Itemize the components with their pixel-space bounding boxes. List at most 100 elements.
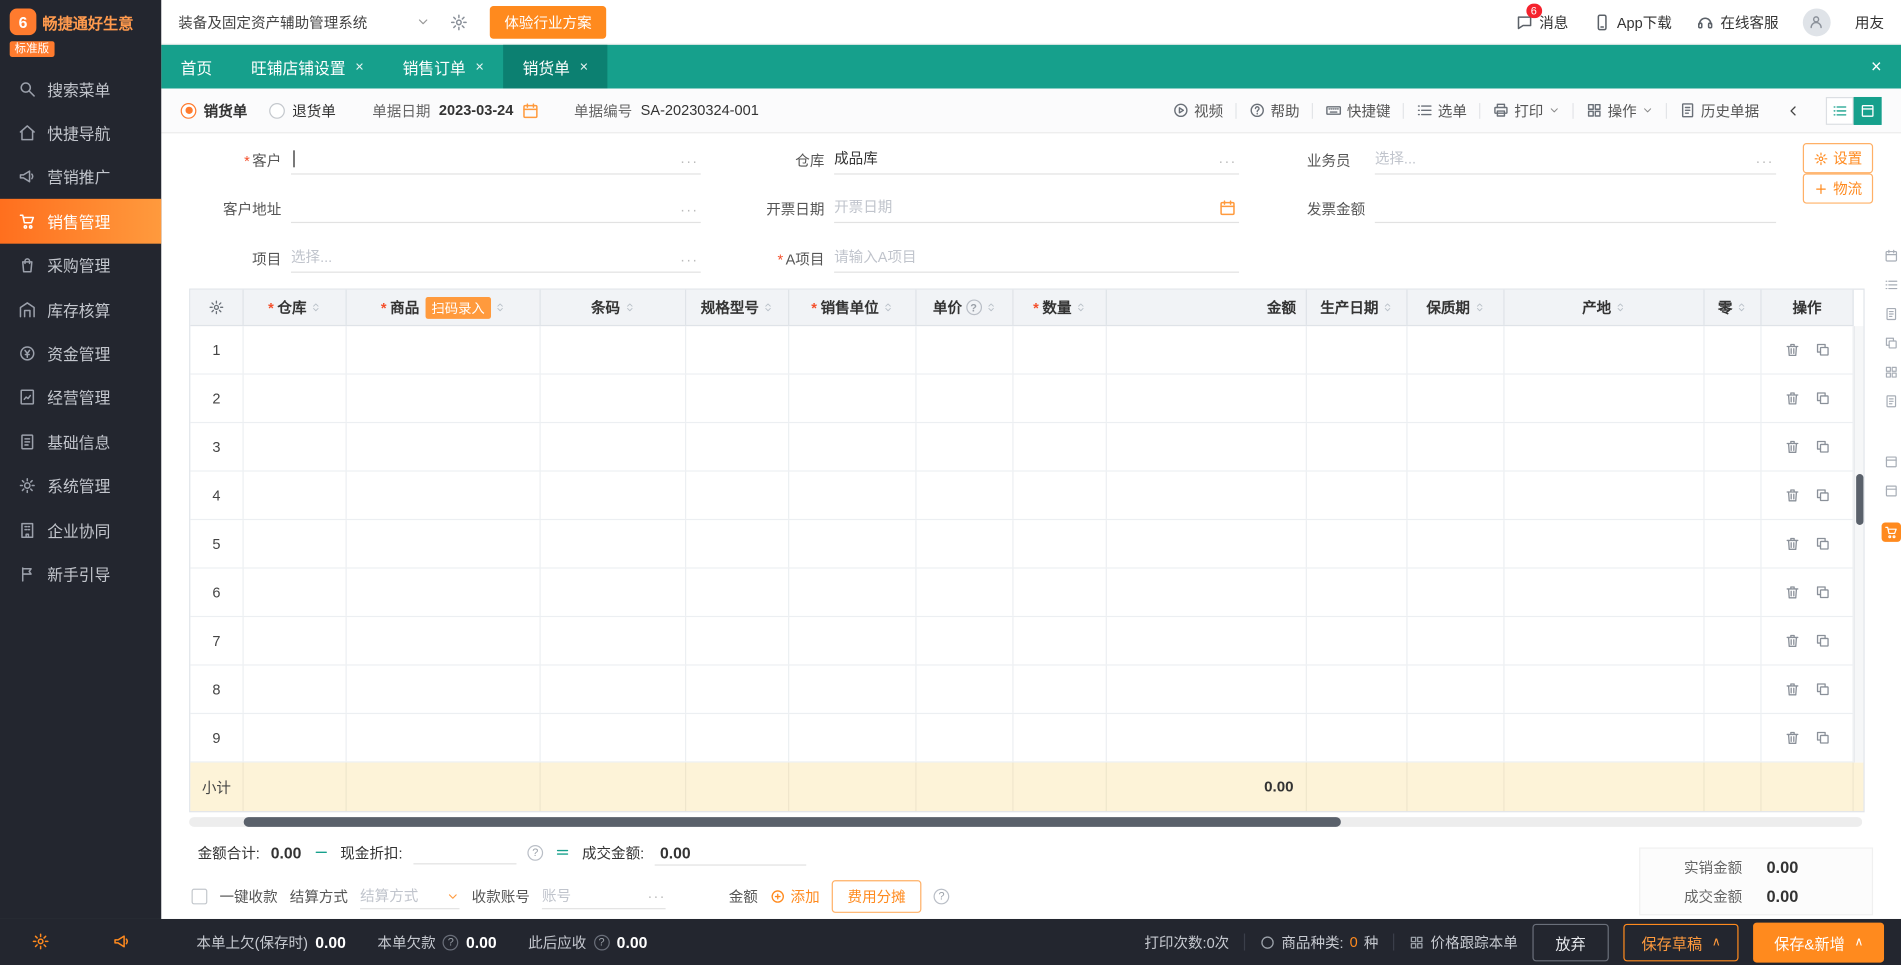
salesman-input[interactable]: 选择... ··· — [1374, 143, 1777, 175]
sidebar-item-purchase[interactable]: 采购管理 — [0, 243, 161, 287]
sort-icon[interactable] — [1075, 302, 1086, 313]
cell-amount[interactable] — [1107, 423, 1307, 471]
cell-qty[interactable] — [1014, 471, 1107, 519]
tab-close-icon[interactable]: × — [580, 58, 589, 75]
cell-prod-date[interactable] — [1307, 520, 1408, 568]
scan-entry-button[interactable]: 扫码录入 — [425, 296, 491, 319]
cell-product[interactable] — [347, 374, 541, 422]
sort-icon[interactable] — [310, 302, 321, 313]
vertical-scroll-thumb[interactable] — [1856, 474, 1864, 525]
a-project-input[interactable]: 请输入A项目 — [834, 241, 1240, 273]
cell-product[interactable] — [347, 617, 541, 665]
settings-button[interactable]: 设置 — [1802, 143, 1874, 174]
cell-barcode[interactable] — [541, 665, 687, 713]
cell-spec[interactable] — [686, 568, 790, 616]
system-settings-icon[interactable] — [450, 13, 468, 31]
expense-apportion-button[interactable]: 费用分摊 — [831, 879, 922, 913]
sidebar-item-operations[interactable]: 经营管理 — [0, 376, 161, 420]
cell-origin[interactable] — [1505, 714, 1705, 762]
sidebar-item-collaboration[interactable]: 企业协同 — [0, 508, 161, 552]
cash-discount-input[interactable] — [413, 840, 517, 865]
toolbar-history-button[interactable]: 历史单据 — [1679, 100, 1759, 121]
copy-row-icon[interactable] — [1814, 681, 1830, 697]
avatar[interactable] — [1802, 7, 1831, 36]
cell-price[interactable] — [917, 471, 1014, 519]
cell-prod-date[interactable] — [1307, 568, 1408, 616]
cell-prod-date[interactable] — [1307, 665, 1408, 713]
cell-warehouse[interactable] — [244, 471, 347, 519]
sidebar-item-quick-nav[interactable]: 快捷导航 — [0, 111, 161, 155]
cart-rail-icon[interactable] — [1880, 522, 1901, 542]
quick-receipt-checkbox[interactable] — [191, 888, 208, 904]
cell-product[interactable] — [347, 326, 541, 374]
column-header-warehouse[interactable]: * 仓库 — [244, 289, 347, 325]
cell-sale-unit[interactable] — [789, 520, 917, 568]
project-picker-icon[interactable]: ··· — [680, 251, 698, 268]
cell-amount[interactable] — [1107, 471, 1307, 519]
cell-price[interactable] — [917, 326, 1014, 374]
cell-warehouse[interactable] — [244, 665, 347, 713]
salesman-picker-icon[interactable]: ··· — [1756, 153, 1774, 170]
footer-settings-icon[interactable] — [32, 932, 50, 950]
project-input[interactable]: 选择... ··· — [290, 241, 701, 273]
customer-input[interactable]: ··· — [290, 143, 701, 175]
delete-row-icon[interactable] — [1784, 439, 1800, 455]
table-vertical-scrollbar[interactable] — [1853, 326, 1864, 763]
calendar-icon[interactable] — [1218, 199, 1236, 217]
cell-qty[interactable] — [1014, 617, 1107, 665]
cell-amount[interactable] — [1107, 714, 1307, 762]
cell-price[interactable] — [917, 617, 1014, 665]
column-settings-icon[interactable] — [209, 299, 225, 315]
cell-warehouse[interactable] — [244, 714, 347, 762]
cell-barcode[interactable] — [541, 714, 687, 762]
sort-icon[interactable] — [882, 302, 893, 313]
sidebar-item-funds[interactable]: 资金管理 — [0, 331, 161, 375]
sort-icon[interactable] — [1615, 302, 1626, 313]
user-name[interactable]: 用友 — [1855, 12, 1884, 33]
sort-icon[interactable] — [763, 302, 774, 313]
copy-row-icon[interactable] — [1814, 730, 1830, 746]
add-payment-button[interactable]: 添加 — [770, 886, 820, 907]
cell-warehouse[interactable] — [244, 520, 347, 568]
cell-origin[interactable] — [1505, 423, 1705, 471]
logistics-button[interactable]: 物流 — [1802, 173, 1874, 204]
cell-warehouse[interactable] — [244, 423, 347, 471]
cell-barcode[interactable] — [541, 423, 687, 471]
save-draft-button[interactable]: 保存草稿 ∧ — [1623, 923, 1739, 961]
tab-close-icon[interactable]: × — [475, 58, 484, 75]
sidebar-item-inventory[interactable]: 库存核算 — [0, 287, 161, 331]
cell-amount[interactable] — [1107, 617, 1307, 665]
warehouse-input[interactable]: 成品库 ··· — [834, 143, 1240, 175]
delete-row-icon[interactable] — [1784, 681, 1800, 697]
trial-plan-button[interactable]: 体验行业方案 — [489, 5, 607, 39]
cell-retail[interactable] — [1705, 520, 1762, 568]
toolbar-print-button[interactable]: 打印 — [1492, 100, 1560, 121]
cell-warehouse[interactable] — [244, 326, 347, 374]
cell-price[interactable] — [917, 568, 1014, 616]
tab-sales-invoice[interactable]: 销货单 × — [503, 44, 608, 89]
cell-retail[interactable] — [1705, 374, 1762, 422]
cell-price[interactable] — [917, 714, 1014, 762]
cell-retail[interactable] — [1705, 326, 1762, 374]
view-grid-button[interactable] — [1853, 96, 1882, 125]
cell-retail[interactable] — [1705, 617, 1762, 665]
cell-sale-unit[interactable] — [789, 617, 917, 665]
cell-qty[interactable] — [1014, 665, 1107, 713]
discard-button[interactable]: 放弃 — [1532, 923, 1609, 961]
doc-rail-icon[interactable] — [1883, 307, 1898, 322]
doc-date-value[interactable]: 2023-03-24 — [439, 102, 513, 119]
cell-shelf-life[interactable] — [1408, 568, 1505, 616]
warehouse-picker-icon[interactable]: ··· — [1218, 153, 1236, 170]
sidebar-item-search-menu[interactable]: 搜索菜单 — [0, 67, 161, 111]
sort-icon[interactable] — [494, 302, 505, 313]
column-header-origin[interactable]: 产地 — [1505, 289, 1705, 325]
cell-spec[interactable] — [686, 617, 790, 665]
account-picker-icon[interactable]: ··· — [647, 887, 665, 904]
copy-row-icon[interactable] — [1814, 536, 1830, 552]
tab-shop-settings[interactable]: 旺铺店铺设置 × — [232, 45, 384, 89]
cell-shelf-life[interactable] — [1408, 423, 1505, 471]
panel-rail-icon[interactable] — [1883, 484, 1898, 499]
column-header-barcode[interactable]: 条码 — [541, 289, 687, 325]
cell-shelf-life[interactable] — [1408, 617, 1505, 665]
column-header-sale-unit[interactable]: * 销售单位 — [789, 289, 917, 325]
